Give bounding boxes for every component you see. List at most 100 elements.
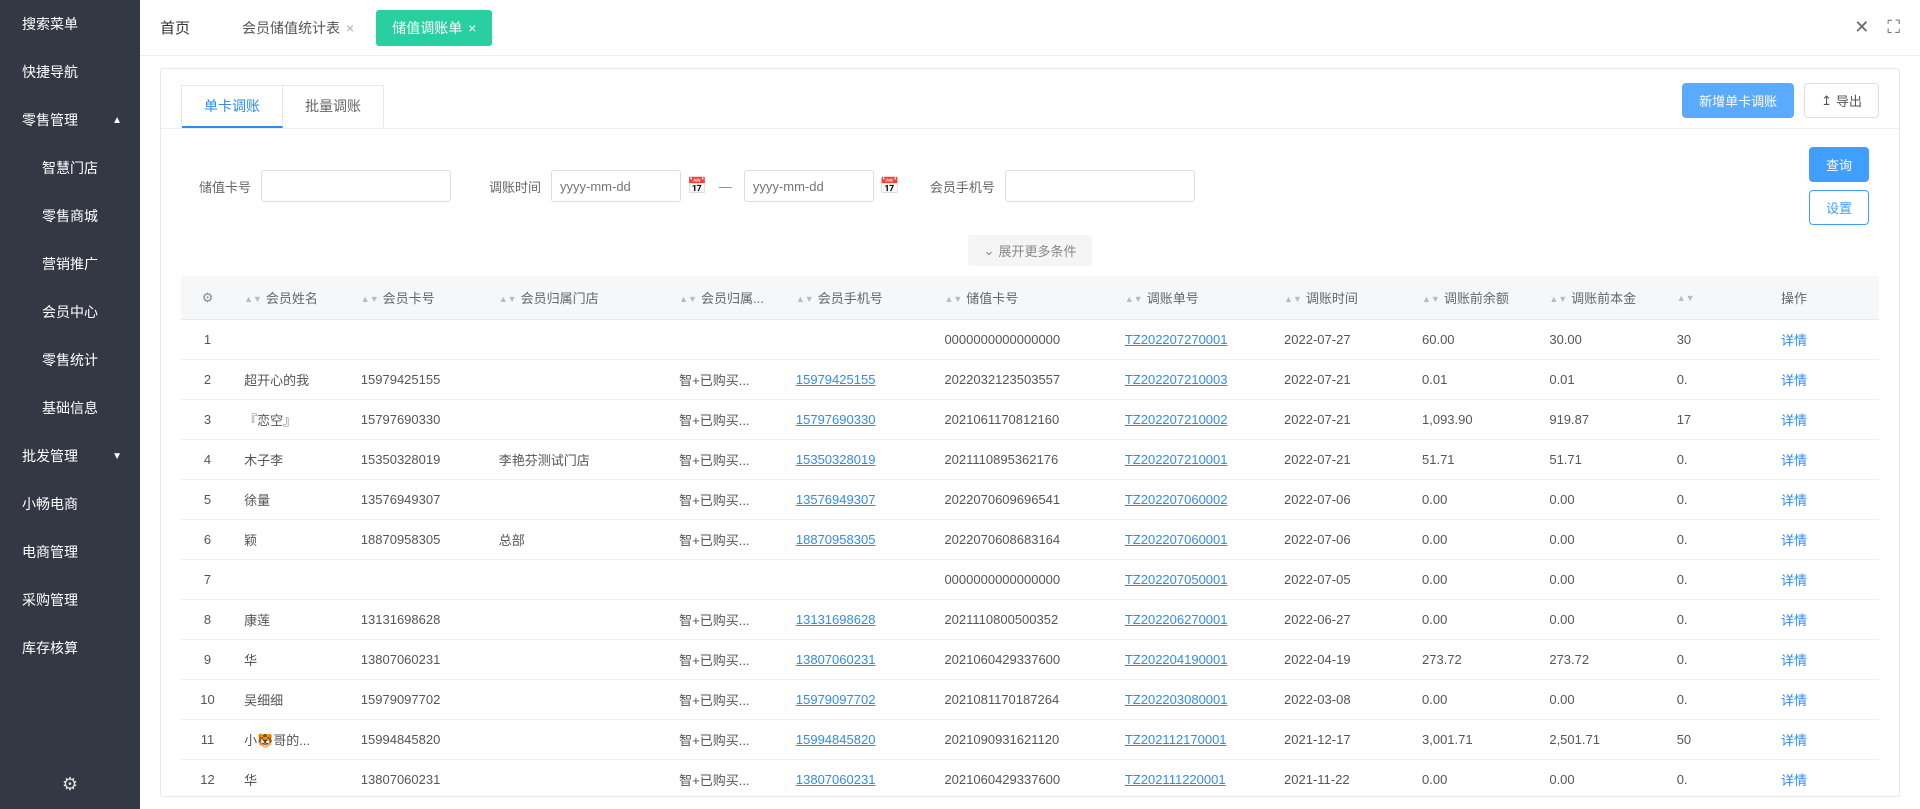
cell-store: 李艳芬测试门店 xyxy=(489,440,669,480)
doc-link[interactable]: TZ202207270001 xyxy=(1125,332,1228,347)
phone-link[interactable]: 13807060231 xyxy=(796,772,876,787)
close-icon[interactable]: × xyxy=(346,20,354,36)
cell-phone: 13131698628 xyxy=(786,600,935,640)
cell-doc: TZ202203080001 xyxy=(1115,680,1274,720)
cell-time: 2022-07-21 xyxy=(1274,360,1412,400)
doc-link[interactable]: TZ202207050001 xyxy=(1125,572,1228,587)
phone-link[interactable]: 15350328019 xyxy=(796,452,876,467)
sidebar-retail-mgmt[interactable]: 零售管理 ▲ xyxy=(0,96,140,144)
sidebar-sub-member[interactable]: 会员中心 xyxy=(0,288,140,336)
detail-link[interactable]: 详情 xyxy=(1709,560,1879,600)
cell-store xyxy=(489,400,669,440)
sidebar-purchase[interactable]: 采购管理 xyxy=(0,576,140,624)
sidebar-sub-smartstore[interactable]: 智慧门店 xyxy=(0,144,140,192)
detail-link[interactable]: 详情 xyxy=(1709,680,1879,720)
query-button[interactable]: 查询 xyxy=(1809,147,1869,182)
table-wrap[interactable]: ⚙ ▲▼会员姓名 ▲▼会员卡号 ▲▼会员归属门店 ▲▼会员归属... ▲▼会员手… xyxy=(161,276,1899,796)
doc-link[interactable]: TZ202112170001 xyxy=(1125,732,1227,747)
phone-link[interactable]: 15797690330 xyxy=(796,412,876,427)
sidebar-sub-retailstats[interactable]: 零售统计 xyxy=(0,336,140,384)
cell-stored: 2021110895362176 xyxy=(934,440,1114,480)
doc-link[interactable]: TZ202204190001 xyxy=(1125,652,1228,667)
calendar-icon[interactable]: 📅 xyxy=(687,176,707,196)
doc-link[interactable]: TZ202207060002 xyxy=(1125,492,1228,507)
phone-link[interactable]: 15994845820 xyxy=(796,732,876,747)
sort-icon: ▲▼ xyxy=(244,297,262,302)
detail-link[interactable]: 详情 xyxy=(1709,520,1879,560)
col-stored-card[interactable]: ▲▼储值卡号 xyxy=(934,276,1114,320)
calendar-icon[interactable]: 📅 xyxy=(880,176,900,196)
detail-link[interactable]: 详情 xyxy=(1709,600,1879,640)
doc-link[interactable]: TZ202207210003 xyxy=(1125,372,1228,387)
tab-adjustment[interactable]: 储值调账单 × xyxy=(376,10,492,46)
cell-stored: 0000000000000000 xyxy=(934,320,1114,360)
fullscreen-icon[interactable]: ⛶ xyxy=(1887,17,1900,38)
header-close-icon[interactable]: ✕ xyxy=(1854,17,1869,38)
subtab-single[interactable]: 单卡调账 xyxy=(182,86,283,128)
doc-link[interactable]: TZ202207210001 xyxy=(1125,452,1228,467)
cell-extra: 0. xyxy=(1667,480,1709,520)
doc-link[interactable]: TZ202206270001 xyxy=(1125,612,1228,627)
date-to-input[interactable] xyxy=(744,170,874,202)
sidebar-search[interactable]: 搜索菜单 xyxy=(0,0,140,48)
col-before-balance[interactable]: ▲▼调账前余额 xyxy=(1412,276,1539,320)
cell-time: 2022-07-06 xyxy=(1274,480,1412,520)
phone-link[interactable]: 13807060231 xyxy=(796,652,876,667)
cell-principal: 0.00 xyxy=(1539,520,1666,560)
member-phone-input[interactable] xyxy=(1005,170,1195,202)
detail-link[interactable]: 详情 xyxy=(1709,360,1879,400)
sidebar-ecom[interactable]: 电商管理 xyxy=(0,528,140,576)
col-doc-no[interactable]: ▲▼调账单号 xyxy=(1115,276,1274,320)
col-adj-time[interactable]: ▲▼调账时间 xyxy=(1274,276,1412,320)
doc-link[interactable]: TZ202111220001 xyxy=(1125,772,1226,787)
phone-link[interactable]: 15979425155 xyxy=(796,372,876,387)
detail-link[interactable]: 详情 xyxy=(1709,640,1879,680)
detail-link[interactable]: 详情 xyxy=(1709,480,1879,520)
col-extra[interactable]: ▲▼ xyxy=(1667,276,1709,320)
col-member-card[interactable]: ▲▼会员卡号 xyxy=(351,276,489,320)
cell-phone xyxy=(786,320,935,360)
phone-link[interactable]: 13576949307 xyxy=(796,492,876,507)
new-adjustment-button[interactable]: 新增单卡调账 xyxy=(1682,83,1794,118)
cell-before: 273.72 xyxy=(1412,640,1539,680)
col-settings[interactable]: ⚙ xyxy=(181,276,234,320)
sidebar-sub-retailmall[interactable]: 零售商城 xyxy=(0,192,140,240)
sidebar-xiaochang[interactable]: 小畅电商 xyxy=(0,480,140,528)
detail-link[interactable]: 详情 xyxy=(1709,760,1879,797)
content-panel: 单卡调账 批量调账 新增单卡调账 ↥ 导出 储值卡号 xyxy=(160,68,1900,797)
tab-member-stats[interactable]: 会员储值统计表 × xyxy=(226,10,370,46)
header-home[interactable]: 首页 xyxy=(160,17,190,38)
doc-link[interactable]: TZ202207060001 xyxy=(1125,532,1228,547)
sidebar-settings-gear[interactable]: ⚙ xyxy=(0,760,140,809)
export-button[interactable]: ↥ 导出 xyxy=(1804,83,1879,118)
col-member-phone[interactable]: ▲▼会员手机号 xyxy=(786,276,935,320)
gear-icon: ⚙ xyxy=(62,774,78,794)
subtab-batch[interactable]: 批量调账 xyxy=(283,86,383,127)
col-member-belong[interactable]: ▲▼会员归属... xyxy=(669,276,786,320)
col-member-store[interactable]: ▲▼会员归属门店 xyxy=(489,276,669,320)
expand-filters-button[interactable]: ⌄ 展开更多条件 xyxy=(968,235,1093,266)
cell-time: 2022-04-19 xyxy=(1274,640,1412,680)
row-index: 10 xyxy=(181,680,234,720)
phone-link[interactable]: 13131698628 xyxy=(796,612,876,627)
col-operation: 操作 xyxy=(1709,276,1879,320)
detail-link[interactable]: 详情 xyxy=(1709,400,1879,440)
col-before-principal[interactable]: ▲▼调账前本金 xyxy=(1539,276,1666,320)
settings-button[interactable]: 设置 xyxy=(1809,190,1869,225)
doc-link[interactable]: TZ202203080001 xyxy=(1125,692,1228,707)
sidebar-wholesale[interactable]: 批发管理 ▼ xyxy=(0,432,140,480)
phone-link[interactable]: 15979097702 xyxy=(796,692,876,707)
col-member-name[interactable]: ▲▼会员姓名 xyxy=(234,276,351,320)
sidebar-inventory[interactable]: 库存核算 xyxy=(0,624,140,672)
date-from-input[interactable] xyxy=(551,170,681,202)
detail-link[interactable]: 详情 xyxy=(1709,320,1879,360)
sidebar-sub-basicinfo[interactable]: 基础信息 xyxy=(0,384,140,432)
detail-link[interactable]: 详情 xyxy=(1709,720,1879,760)
sidebar-quicknav[interactable]: 快捷导航 xyxy=(0,48,140,96)
sidebar-sub-marketing[interactable]: 营销推广 xyxy=(0,240,140,288)
doc-link[interactable]: TZ202207210002 xyxy=(1125,412,1228,427)
detail-link[interactable]: 详情 xyxy=(1709,440,1879,480)
close-icon[interactable]: × xyxy=(468,20,476,36)
stored-card-input[interactable] xyxy=(261,170,451,202)
phone-link[interactable]: 18870958305 xyxy=(796,532,876,547)
